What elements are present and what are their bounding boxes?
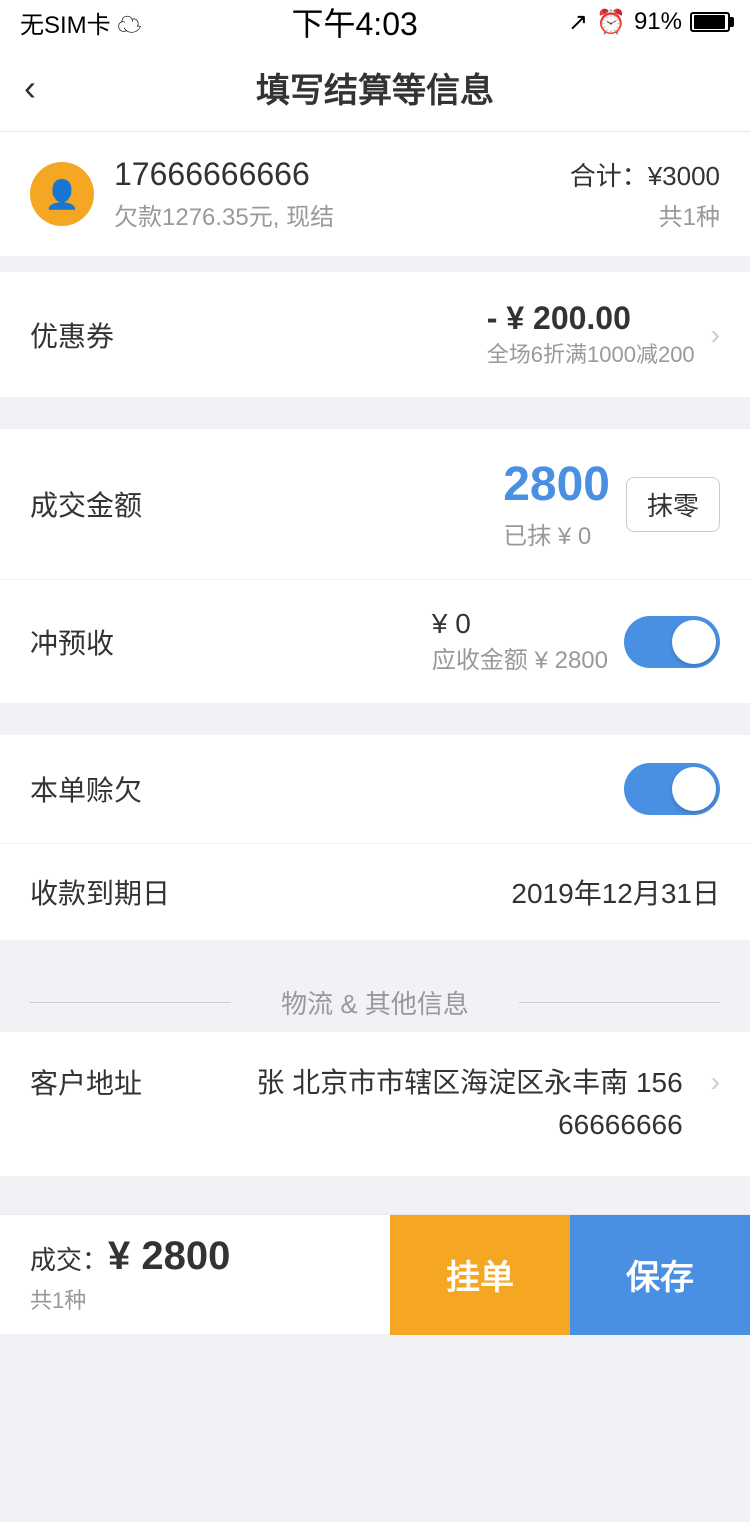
status-time: 下午4:03 bbox=[292, 0, 418, 45]
total-count: 共1种 bbox=[570, 197, 720, 232]
divider-line-left bbox=[30, 1002, 231, 1003]
deal-amount-value: 2800 bbox=[503, 457, 610, 512]
separator-3 bbox=[0, 956, 750, 972]
debt-toggle[interactable] bbox=[624, 763, 720, 815]
debt-toggle-knob bbox=[672, 767, 716, 811]
coupon-label: 优惠券 bbox=[30, 315, 114, 355]
location-icon: ↗ bbox=[568, 8, 588, 37]
alarm-icon: ⏰ bbox=[596, 8, 626, 37]
prepay-right: ¥ 0 应收金额 ¥ 2800 bbox=[432, 608, 720, 675]
prepay-sub: 应收金额 ¥ 2800 bbox=[432, 640, 608, 675]
round-button[interactable]: 抹零 bbox=[626, 477, 720, 532]
sim-label: 无SIM卡 ☁ bbox=[20, 5, 141, 40]
customer-phone: 17666666666 bbox=[114, 156, 334, 193]
customer-left: 👤 17666666666 欠款1276.35元, 现结 bbox=[30, 156, 334, 232]
address-label: 客户地址 bbox=[30, 1062, 150, 1102]
deal-amount-row: 成交金额 2800 已抹 ¥ 0 抹零 bbox=[0, 429, 750, 580]
page-title: 填写结算等信息 bbox=[256, 63, 494, 112]
coupon-discount: - ¥ 200.00 bbox=[487, 300, 695, 337]
avatar: 👤 bbox=[30, 162, 94, 226]
debt-section: 本单赊欠 收款到期日 2019年12月31日 bbox=[0, 735, 750, 940]
status-left: 无SIM卡 ☁ bbox=[20, 5, 141, 40]
debt-row: 本单赊欠 bbox=[0, 735, 750, 844]
customer-info: 17666666666 欠款1276.35元, 现结 bbox=[114, 156, 334, 232]
address-section: 客户地址 张 北京市市辖区海淀区永丰南 156 66666666 › bbox=[0, 1032, 750, 1176]
separator-2 bbox=[0, 719, 750, 735]
prepay-toggle[interactable] bbox=[624, 616, 720, 668]
coupon-sub: 全场6折满1000减200 bbox=[487, 337, 695, 369]
deal-prefix: 成交： bbox=[30, 1245, 108, 1275]
back-button[interactable]: ‹ bbox=[24, 67, 36, 109]
customer-right: 合计：¥3000 共1种 bbox=[570, 156, 720, 232]
bottom-deal-value: ¥ 2800 bbox=[108, 1234, 230, 1278]
customer-card: 👤 17666666666 欠款1276.35元, 现结 合计：¥3000 共1… bbox=[0, 132, 750, 256]
deal-section: 成交金额 2800 已抹 ¥ 0 抹零 冲预收 ¥ 0 应收金额 ¥ 2800 bbox=[0, 429, 750, 703]
bottom-count: 共1种 bbox=[30, 1283, 360, 1315]
deal-sub: 已抹 ¥ 0 bbox=[503, 516, 610, 551]
address-value: 张 北京市市辖区海淀区永丰南 156 66666666 bbox=[150, 1062, 695, 1146]
address-chevron-icon: › bbox=[711, 1066, 720, 1098]
deal-amount-right: 2800 已抹 ¥ 0 抹零 bbox=[503, 457, 720, 551]
status-right: ↗ ⏰ 91% bbox=[568, 8, 730, 37]
coupon-right: - ¥ 200.00 全场6折满1000减200 › bbox=[487, 300, 720, 369]
bottom-bar: 成交：¥ 2800 共1种 挂单 保存 bbox=[0, 1214, 750, 1334]
due-date-label: 收款到期日 bbox=[30, 872, 170, 912]
debt-right bbox=[624, 763, 720, 815]
coupon-section: 优惠券 - ¥ 200.00 全场6折满1000减200 › bbox=[0, 272, 750, 397]
bottom-info: 成交：¥ 2800 共1种 bbox=[0, 1234, 390, 1315]
save-button[interactable]: 保存 bbox=[570, 1215, 750, 1335]
total-label: 合计：¥3000 bbox=[570, 156, 720, 193]
battery-label: 91% bbox=[634, 8, 682, 36]
coupon-chevron-icon: › bbox=[711, 319, 720, 351]
deal-amount-label: 成交金额 bbox=[30, 484, 142, 524]
bottom-deal-label: 成交：¥ 2800 bbox=[30, 1234, 360, 1279]
prepay-value: ¥ 0 bbox=[432, 608, 608, 640]
status-bar: 无SIM卡 ☁ 下午4:03 ↗ ⏰ 91% bbox=[0, 0, 750, 44]
battery-icon bbox=[690, 12, 730, 32]
hang-button[interactable]: 挂单 bbox=[390, 1215, 570, 1335]
separator-1 bbox=[0, 413, 750, 429]
due-date-value: 2019年12月31日 bbox=[511, 872, 720, 912]
prepay-row: 冲预收 ¥ 0 应收金额 ¥ 2800 bbox=[0, 580, 750, 703]
prepay-label: 冲预收 bbox=[30, 622, 114, 662]
address-row[interactable]: 客户地址 张 北京市市辖区海淀区永丰南 156 66666666 › bbox=[0, 1032, 750, 1176]
nav-bar: ‹ 填写结算等信息 bbox=[0, 44, 750, 132]
section-divider: 物流 & 其他信息 bbox=[0, 972, 750, 1032]
address-right: 张 北京市市辖区海淀区永丰南 156 66666666 › bbox=[150, 1062, 720, 1146]
divider-line-right bbox=[519, 1002, 720, 1003]
divider-text: 物流 & 其他信息 bbox=[281, 984, 469, 1021]
avatar-icon: 👤 bbox=[45, 178, 80, 211]
toggle-knob bbox=[672, 620, 716, 664]
coupon-row[interactable]: 优惠券 - ¥ 200.00 全场6折满1000减200 › bbox=[0, 272, 750, 397]
customer-sub: 欠款1276.35元, 现结 bbox=[114, 197, 334, 232]
debt-label: 本单赊欠 bbox=[30, 769, 142, 809]
due-date-row: 收款到期日 2019年12月31日 bbox=[0, 844, 750, 940]
